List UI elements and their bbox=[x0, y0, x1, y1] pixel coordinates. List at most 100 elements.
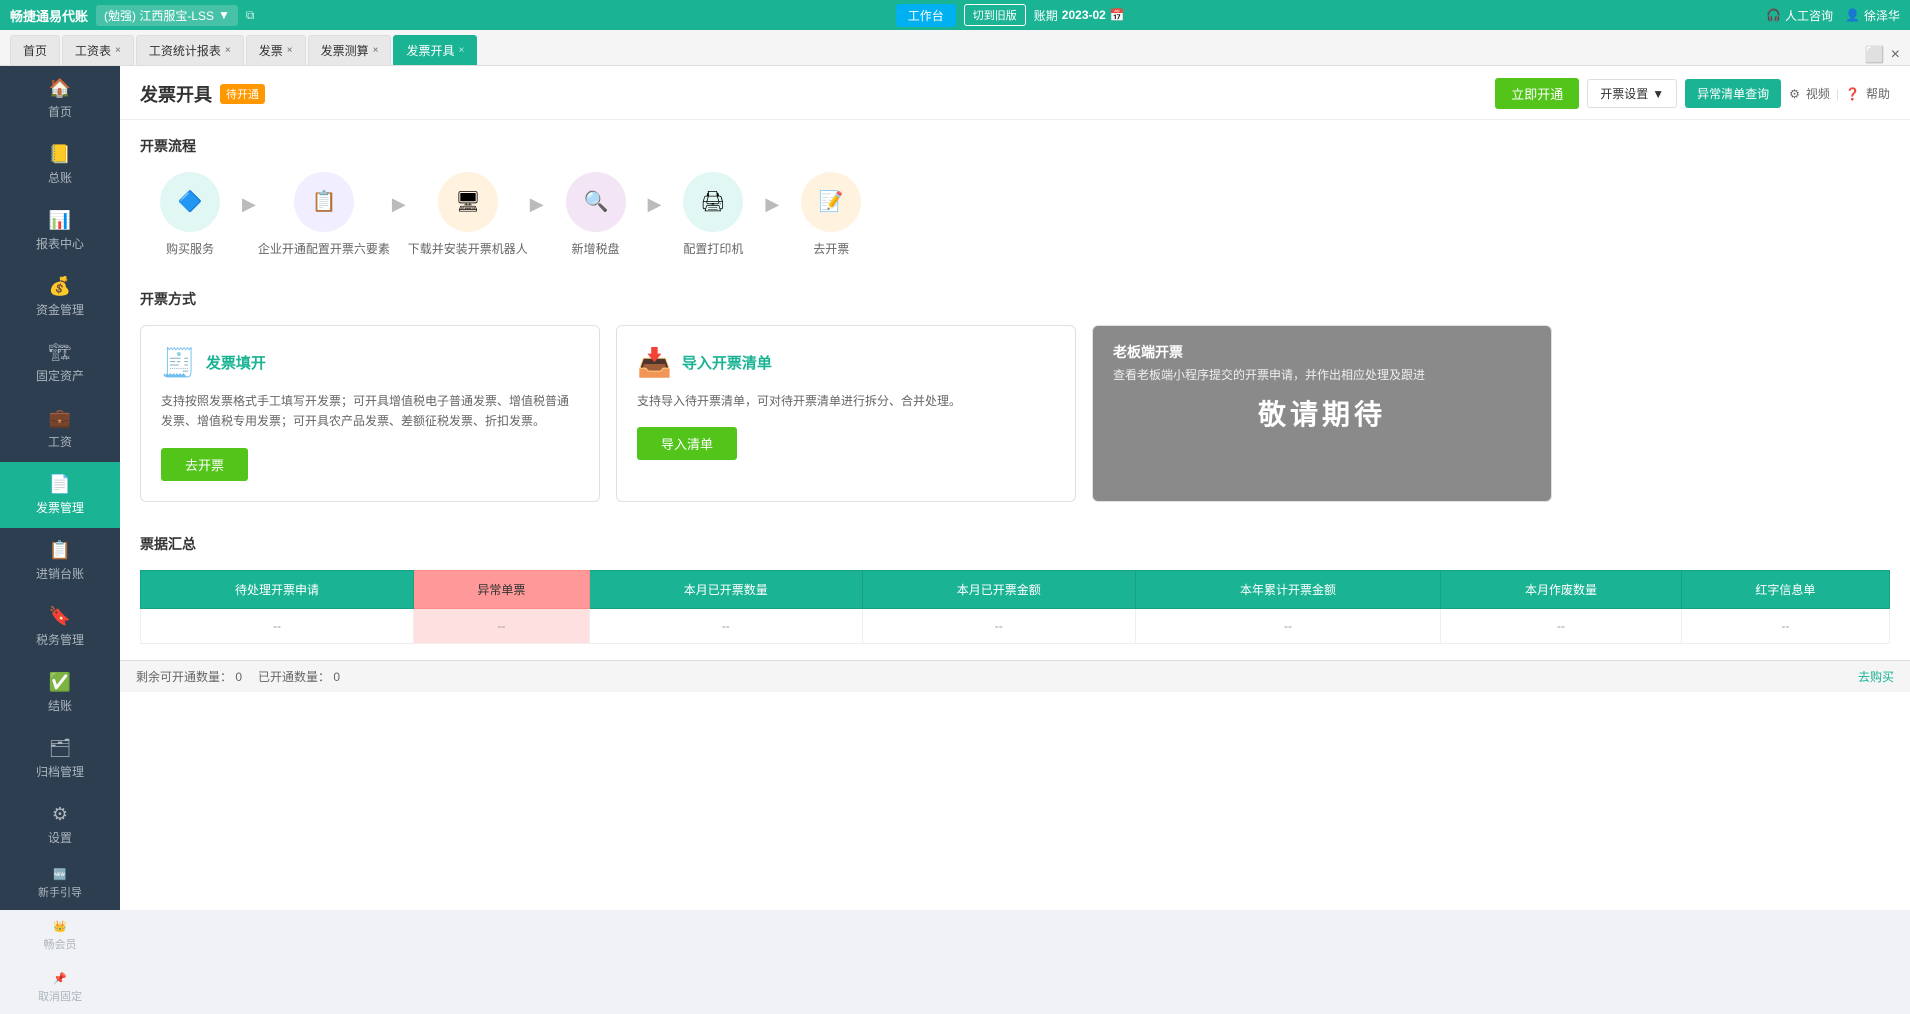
sidebar-item-fund-mgmt[interactable]: 💰 资金管理 bbox=[0, 264, 120, 330]
config-enterprise-icon: 📋 bbox=[306, 184, 342, 220]
sidebar-salary-label: 工资 bbox=[48, 433, 72, 450]
customer-service[interactable]: 🎧 人工咨询 bbox=[1766, 7, 1833, 24]
import-list-desc: 支持导入待开票清单，可对待开票清单进行拆分、合并处理。 bbox=[637, 391, 1055, 411]
tab-salary-close[interactable]: × bbox=[115, 45, 121, 56]
sidebar-item-new-guide[interactable]: 🆕 新手引导 bbox=[0, 858, 120, 910]
import-list-button[interactable]: 导入清单 bbox=[637, 427, 737, 460]
table-row: -- -- -- -- -- -- -- bbox=[141, 608, 1890, 643]
cell-year-amount: -- bbox=[1135, 608, 1440, 643]
open-now-button[interactable]: 立即开通 bbox=[1495, 78, 1579, 109]
step-add-tax-disk[interactable]: 🔍 新增税盘 bbox=[546, 172, 646, 257]
old-terminal-sub: 查看老板端小程序提交的开票申请，并作出相应处理及跟进 bbox=[1093, 366, 1445, 383]
step-config-printer[interactable]: 🖨 配置打印机 bbox=[663, 172, 763, 257]
step-buy-service-label: 购买服务 bbox=[166, 240, 214, 257]
company-name: (勉强) 江西服宝-LSS bbox=[104, 7, 214, 24]
help-icon: ❓ bbox=[1845, 87, 1860, 101]
sidebar-pin[interactable]: 📌 取消固定 bbox=[0, 962, 120, 1014]
sidebar-item-purchase-sales[interactable]: 📋 进销台账 bbox=[0, 528, 120, 594]
fixed-assets-icon: 🏗 bbox=[49, 342, 72, 363]
sidebar: 🏠 首页 📒 总账 📊 报表中心 💰 资金管理 🏗 固定资产 💼 工资 📄 发票… bbox=[0, 66, 120, 910]
settlement-icon: ✅ bbox=[49, 672, 71, 693]
vip-icon: 👑 bbox=[53, 920, 67, 933]
pin-icon: 📌 bbox=[53, 972, 67, 985]
sidebar-item-general-ledger[interactable]: 📒 总账 bbox=[0, 132, 120, 198]
svg-text:🖨: 🖨 bbox=[701, 191, 726, 213]
sidebar-item-invoice-mgmt[interactable]: 📄 发票管理 bbox=[0, 462, 120, 528]
col-void-count: 本月作废数量 bbox=[1441, 570, 1682, 608]
step-tax-disk-icon-wrap: 🔍 bbox=[566, 172, 626, 232]
headset-icon: 🎧 bbox=[1766, 8, 1781, 22]
tab-invoice-close[interactable]: × bbox=[287, 45, 293, 56]
tab-invoice-calc-close[interactable]: × bbox=[373, 45, 379, 56]
sidebar-purchase-label: 进销台账 bbox=[36, 565, 84, 582]
sidebar-item-settlement[interactable]: ✅ 结账 bbox=[0, 660, 120, 726]
sidebar-item-archive-mgmt[interactable]: 🗂 归档管理 bbox=[0, 726, 120, 792]
cell-abnormal: -- bbox=[414, 608, 590, 643]
tab-invoice-tool-close[interactable]: × bbox=[458, 45, 464, 56]
page-title: 发票开具 bbox=[140, 81, 212, 107]
tab-invoice[interactable]: 发票 × bbox=[246, 35, 306, 65]
method-card-import-list: 📥 导入开票清单 支持导入待开票清单，可对待开票清单进行拆分、合并处理。 导入清… bbox=[616, 325, 1076, 502]
summary-title: 票据汇总 bbox=[140, 534, 1890, 554]
switch-version-button[interactable]: 切到旧版 bbox=[964, 4, 1026, 26]
manual-fill-title: 发票填开 bbox=[206, 352, 266, 373]
sidebar-item-salary[interactable]: 💼 工资 bbox=[0, 396, 120, 462]
step-open-invoice-icon-wrap: 📝 bbox=[801, 172, 861, 232]
header-right-tools: ⚙ 视频 | ❓ 帮助 bbox=[1789, 85, 1890, 102]
step-open-invoice-label: 去开票 bbox=[813, 240, 849, 257]
tab-salary-report-close[interactable]: × bbox=[225, 45, 231, 56]
tab-salary-report-label: 工资统计报表 bbox=[149, 42, 221, 59]
cell-pending: -- bbox=[141, 608, 414, 643]
tab-close-all-button[interactable]: × bbox=[1891, 46, 1900, 64]
step-open-invoice[interactable]: 📝 去开票 bbox=[781, 172, 881, 257]
import-list-header: 📥 导入开票清单 bbox=[637, 346, 1055, 379]
arrow-1: ▶ bbox=[242, 194, 256, 215]
sidebar-tax-label: 税务管理 bbox=[36, 631, 84, 648]
tab-invoice-calc-label: 发票测算 bbox=[321, 42, 369, 59]
open-settings-button[interactable]: 开票设置 ▼ bbox=[1587, 79, 1677, 108]
main-content: 发票开具 待开通 立即开通 开票设置 ▼ 异常清单查询 ⚙ 视频 | ❓ 帮助 bbox=[120, 66, 1910, 910]
import-list-title: 导入开票清单 bbox=[682, 352, 772, 373]
tab-home[interactable]: 首页 bbox=[10, 35, 60, 65]
user-avatar[interactable]: 👤 徐泽华 bbox=[1845, 7, 1900, 24]
process-section-title: 开票流程 bbox=[140, 136, 1890, 156]
sidebar-item-home[interactable]: 🏠 首页 bbox=[0, 66, 120, 132]
tab-salary-report[interactable]: 工资统计报表 × bbox=[136, 35, 244, 65]
sidebar-item-report-center[interactable]: 📊 报表中心 bbox=[0, 198, 120, 264]
method-section: 开票方式 🧾 发票填开 支持按照发票格式手工填写开发票；可开具增值税电子普通发票… bbox=[120, 273, 1910, 518]
step-download-robot[interactable]: 🖥 下载并安装开票机器人 bbox=[408, 172, 528, 257]
bottom-bar: 剩余可开通数量： 0 已开通数量： 0 去购买 bbox=[120, 660, 1910, 692]
summary-table: 待处理开票申请 异常单票 本月已开票数量 本月已开票金额 本年累计开票金额 本月… bbox=[140, 570, 1890, 644]
calendar-icon[interactable]: 📅 bbox=[1110, 8, 1125, 22]
sidebar-home-label: 首页 bbox=[48, 103, 72, 120]
sidebar-item-fixed-assets[interactable]: 🏗 固定资产 bbox=[0, 330, 120, 396]
sidebar-pin-label: 取消固定 bbox=[38, 988, 82, 1004]
buy-link[interactable]: 去购买 bbox=[1858, 668, 1894, 685]
workbench-button[interactable]: 工作台 bbox=[896, 4, 956, 27]
sidebar-item-tax-mgmt[interactable]: 🔖 税务管理 bbox=[0, 594, 120, 660]
view-label[interactable]: 视频 bbox=[1806, 85, 1830, 102]
sidebar-report-label: 报表中心 bbox=[36, 235, 84, 252]
method-cards: 🧾 发票填开 支持按照发票格式手工填写开发票；可开具增值税电子普通发票、增值税普… bbox=[140, 325, 1890, 502]
manual-fill-button[interactable]: 去开票 bbox=[161, 448, 248, 481]
step-config-enterprise[interactable]: 📋 企业开通配置开票六要素 bbox=[258, 172, 390, 257]
abnormal-query-button[interactable]: 异常清单查询 bbox=[1685, 79, 1781, 108]
sidebar-settings-label: 设置 bbox=[48, 829, 72, 846]
company-selector[interactable]: (勉强) 江西服宝-LSS ▼ bbox=[96, 5, 238, 26]
svg-text:🔍: 🔍 bbox=[583, 188, 608, 213]
tab-restore-button[interactable]: ⬜ bbox=[1865, 45, 1885, 65]
step-config-label: 企业开通配置开票六要素 bbox=[258, 240, 390, 257]
step-config-icon-wrap: 📋 bbox=[294, 172, 354, 232]
opened-label: 已开通数量： 0 bbox=[258, 668, 340, 685]
sidebar-item-vip[interactable]: 👑 畅会员 bbox=[0, 910, 120, 962]
method-card-manual-fill: 🧾 发票填开 支持按照发票格式手工填写开发票；可开具增值税电子普通发票、增值税普… bbox=[140, 325, 600, 502]
tab-salary[interactable]: 工资表 × bbox=[62, 35, 134, 65]
copy-icon[interactable]: ⧉ bbox=[246, 8, 255, 23]
tab-invoice-tool[interactable]: 发票开具 × bbox=[393, 35, 477, 65]
tab-invoice-calc[interactable]: 发票测算 × bbox=[308, 35, 392, 65]
step-buy-service[interactable]: 🔷 购买服务 bbox=[140, 172, 240, 257]
sidebar-item-settings[interactable]: ⚙ 设置 bbox=[0, 792, 120, 858]
summary-section: 票据汇总 待处理开票申请 异常单票 本月已开票数量 本月已开票金额 本年累计开票… bbox=[120, 518, 1910, 660]
download-robot-icon: 🖥 bbox=[450, 184, 486, 220]
help-label[interactable]: 帮助 bbox=[1866, 85, 1890, 102]
